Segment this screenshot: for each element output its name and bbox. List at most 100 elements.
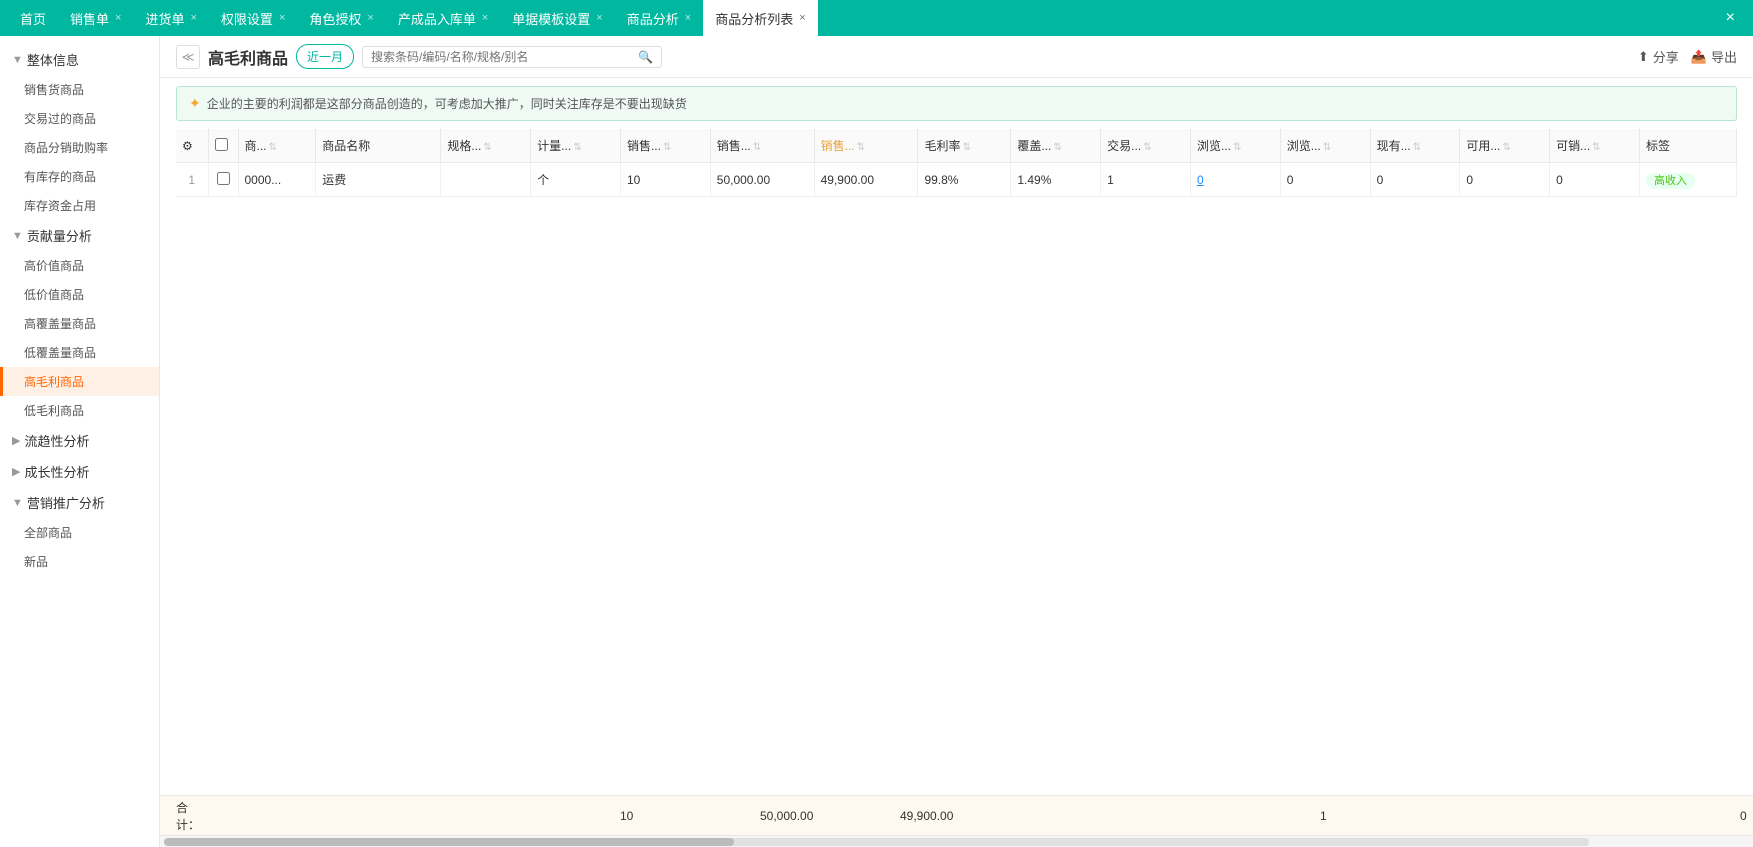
sort-current-icon: ⇅ — [1413, 142, 1421, 153]
sidebar-item-new-goods[interactable]: 新品 — [0, 547, 159, 576]
cell-gross-rate: 99.8% — [918, 163, 1011, 197]
row-checkbox[interactable] — [217, 172, 230, 185]
sidebar-item-distribution-rate[interactable]: 商品分销助购率 — [0, 133, 159, 162]
nav-permission[interactable]: 权限设置 × — [209, 0, 297, 36]
arrow-trend-icon: ▶ — [12, 434, 20, 447]
horizontal-scrollbar[interactable] — [160, 835, 1753, 847]
sidebar-item-inventory-capital[interactable]: 库存资金占用 — [0, 191, 159, 220]
col-code[interactable]: 商...⇅ — [238, 129, 316, 163]
sidebar-item-high-margin[interactable]: 高毛利商品 — [0, 367, 159, 396]
col-transaction[interactable]: 交易...⇅ — [1101, 129, 1191, 163]
sort-spec-icon: ⇅ — [483, 142, 491, 153]
col-sales3[interactable]: 销售...⇅ — [814, 129, 918, 163]
col-sales1[interactable]: 销售...⇅ — [620, 129, 710, 163]
sidebar-item-in-stock-goods[interactable]: 有库存的商品 — [0, 162, 159, 191]
search-input[interactable] — [371, 50, 638, 64]
sidebar-item-low-coverage[interactable]: 低覆盖量商品 — [0, 338, 159, 367]
cell-checkbox[interactable] — [208, 163, 238, 197]
col-spec[interactable]: 规格...⇅ — [441, 129, 531, 163]
footer-transaction: 1 — [1320, 809, 1400, 823]
arrow-overall-icon: ▼ — [12, 54, 23, 66]
collapse-sidebar-button[interactable]: ≪ — [176, 45, 200, 69]
col-browse1[interactable]: 浏览...⇅ — [1190, 129, 1280, 163]
close-role-auth-icon[interactable]: × — [367, 12, 373, 24]
col-available[interactable]: 可用...⇅ — [1460, 129, 1550, 163]
cell-unit: 个 — [531, 163, 621, 197]
col-tag[interactable]: 标签 — [1639, 129, 1736, 163]
close-permission-icon[interactable]: × — [279, 12, 285, 24]
sidebar-group-marketing[interactable]: ▼ 营销推广分析 — [0, 487, 159, 518]
sort-coverage-icon: ⇅ — [1053, 142, 1061, 153]
footer-sales3: 49,900.00 — [900, 809, 980, 823]
footer-bar: 合计： 10 50,000.00 49,900.00 1 0 0 — [160, 795, 1753, 835]
col-coverage[interactable]: 覆盖...⇅ — [1011, 129, 1101, 163]
share-icon: ⬆ — [1638, 49, 1649, 65]
close-product-inbound-icon[interactable]: × — [482, 12, 488, 24]
window-close-button[interactable]: × — [1716, 9, 1745, 27]
col-gross-rate[interactable]: 毛利率⇅ — [918, 129, 1011, 163]
sidebar-group-overall[interactable]: ▼ 整体信息 — [0, 44, 159, 75]
nav-home[interactable]: 首页 — [8, 0, 58, 36]
nav-role-auth[interactable]: 角色授权 × — [297, 0, 385, 36]
nav-product-analysis-list[interactable]: 商品分析列表 × — [703, 0, 817, 36]
nav-product-analysis[interactable]: 商品分析 × — [615, 0, 703, 36]
time-filter-button[interactable]: 近一月 — [296, 44, 354, 69]
cell-sales1: 10 — [620, 163, 710, 197]
col-browse2[interactable]: 浏览...⇅ — [1280, 129, 1370, 163]
close-product-analysis-list-icon[interactable]: × — [799, 12, 805, 24]
content-header: ≪ 高毛利商品 近一月 🔍 ⬆ 分享 📤 导出 — [160, 36, 1753, 78]
close-sales-order-icon[interactable]: × — [115, 12, 121, 24]
nav-sales-order[interactable]: 销售单 × — [58, 0, 133, 36]
search-box-container: 🔍 — [362, 46, 662, 68]
sort-available-icon: ⇅ — [1502, 142, 1510, 153]
content-area: ≪ 高毛利商品 近一月 🔍 ⬆ 分享 📤 导出 — [160, 36, 1753, 847]
sort-sales1-icon: ⇅ — [663, 142, 671, 153]
footer-sales1: 10 — [620, 809, 700, 823]
cell-sales2: 50,000.00 — [710, 163, 814, 197]
cell-browse1[interactable]: 0 — [1190, 163, 1280, 197]
scroll-track[interactable] — [164, 838, 1589, 846]
sidebar-item-traded-goods[interactable]: 交易过的商品 — [0, 104, 159, 133]
cell-available: 0 — [1460, 163, 1550, 197]
export-button[interactable]: 📤 导出 — [1691, 47, 1737, 66]
nav-template[interactable]: 单据模板设置 × — [500, 0, 614, 36]
sidebar-item-low-margin[interactable]: 低毛利商品 — [0, 396, 159, 425]
col-saleable[interactable]: 可销...⇅ — [1550, 129, 1640, 163]
col-settings[interactable]: ⚙ — [176, 129, 208, 163]
footer-sales2: 50,000.00 — [760, 809, 840, 823]
table-row: 1 0000... 运费 个 10 50,000.00 49,900.00 99… — [176, 163, 1737, 197]
sort-saleable-icon: ⇅ — [1592, 142, 1600, 153]
sidebar-item-high-value[interactable]: 高价值商品 — [0, 251, 159, 280]
cell-coverage: 1.49% — [1011, 163, 1101, 197]
sort-transaction-icon: ⇅ — [1143, 142, 1151, 153]
cell-num: 1 — [176, 163, 208, 197]
close-purchase-order-icon[interactable]: × — [190, 12, 196, 24]
info-bar: ✦ 企业的主要的利润都是这部分商品创造的，可考虑加大推广，同时关注库存是不要出现… — [176, 86, 1737, 121]
cell-browse2: 0 — [1280, 163, 1370, 197]
sidebar-group-contribution[interactable]: ▼ 贡献量分析 — [0, 220, 159, 251]
select-all-checkbox[interactable] — [215, 138, 228, 151]
sidebar-item-all-goods[interactable]: 全部商品 — [0, 518, 159, 547]
sidebar-item-sales-goods[interactable]: 销售货商品 — [0, 75, 159, 104]
col-unit[interactable]: 计量...⇅ — [531, 129, 621, 163]
nav-product-inbound[interactable]: 产成品入库单 × — [386, 0, 500, 36]
search-icon[interactable]: 🔍 — [638, 50, 653, 64]
close-product-analysis-icon[interactable]: × — [685, 12, 691, 24]
share-button[interactable]: ⬆ 分享 — [1638, 47, 1679, 66]
cell-current: 0 — [1370, 163, 1460, 197]
data-table: ⚙ 商...⇅ 商品名称 规格...⇅ 计量...⇅ 销售...⇅ 销售...⇅… — [176, 129, 1737, 197]
nav-purchase-order[interactable]: 进货单 × — [133, 0, 208, 36]
col-current[interactable]: 现有...⇅ — [1370, 129, 1460, 163]
col-sales2[interactable]: 销售...⇅ — [710, 129, 814, 163]
sidebar-group-growth[interactable]: ▶ 成长性分析 — [0, 456, 159, 487]
scroll-thumb[interactable] — [164, 838, 734, 846]
cell-spec — [441, 163, 531, 197]
sidebar-item-low-value[interactable]: 低价值商品 — [0, 280, 159, 309]
top-nav: 首页 销售单 × 进货单 × 权限设置 × 角色授权 × 产成品入库单 × 单据… — [0, 0, 1753, 36]
sidebar-group-trend[interactable]: ▶ 流趋性分析 — [0, 425, 159, 456]
close-template-icon[interactable]: × — [596, 12, 602, 24]
col-name[interactable]: 商品名称 — [316, 129, 441, 163]
sidebar-item-high-coverage[interactable]: 高覆盖量商品 — [0, 309, 159, 338]
cell-saleable: 0 — [1550, 163, 1640, 197]
table-header-row: ⚙ 商...⇅ 商品名称 规格...⇅ 计量...⇅ 销售...⇅ 销售...⇅… — [176, 129, 1737, 163]
